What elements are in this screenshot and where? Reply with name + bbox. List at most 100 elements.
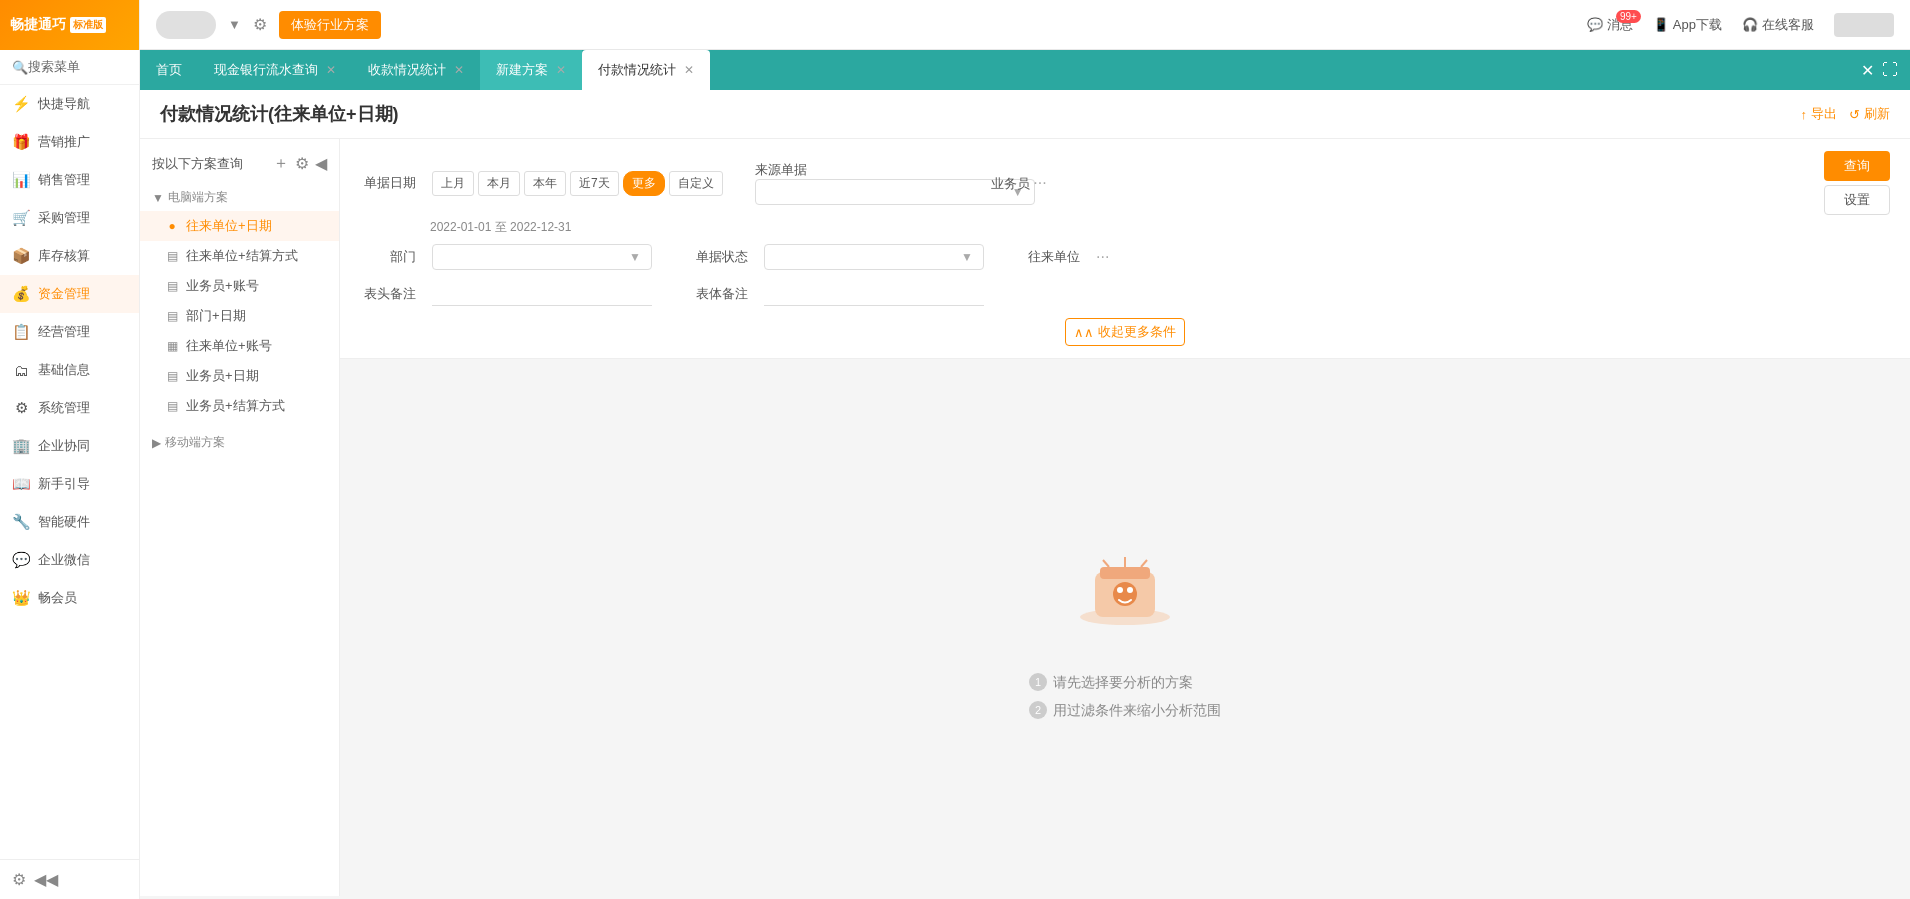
online-service-btn[interactable]: 🎧 在线客服	[1742, 16, 1814, 34]
tab-payment-stat[interactable]: 付款情况统计 ✕	[582, 50, 710, 90]
settings-icon[interactable]: ⚙	[12, 870, 26, 889]
collapse-sidebar-icon[interactable]: ◀◀	[34, 870, 58, 889]
query-btn[interactable]: 查询	[1824, 151, 1890, 181]
sidebar: 畅捷通巧 标准版 🔍 搜索菜单 ⚡ 快捷导航 🎁 营销推广 📊 销售管理 🛒 采…	[0, 0, 140, 899]
quick-nav-icon: ⚡	[12, 95, 30, 113]
date-btn-more[interactable]: 更多	[623, 171, 665, 196]
sidebar-item-guide[interactable]: 📖 新手引导	[0, 465, 139, 503]
scheme-table-icon-3: ▤	[164, 308, 180, 324]
scheme-section-desktop-title[interactable]: ▼ 电脑端方案	[140, 184, 339, 211]
scheme-item-partner-payment[interactable]: ▤ 往来单位+结算方式	[140, 241, 339, 271]
date-btn-this-year[interactable]: 本年	[524, 171, 566, 196]
svg-line-6	[1103, 560, 1109, 567]
sidebar-item-marketing[interactable]: 🎁 营销推广	[0, 123, 139, 161]
table-head-note-input[interactable]	[432, 282, 652, 306]
sidebar-item-operation[interactable]: 📋 经营管理	[0, 313, 139, 351]
source-voucher-section: 来源单据 ▼	[755, 161, 975, 205]
staff-dots[interactable]: ···	[1033, 174, 1046, 191]
filter-row-1: 单据日期 上月 本月 本年 近7天 更多 自定义 来源单据	[360, 151, 1890, 215]
sidebar-item-corp[interactable]: 🏢 企业协同	[0, 427, 139, 465]
tab-payment-stat-close-icon[interactable]: ✕	[684, 63, 694, 77]
empty-tip-2: 2 用过滤条件来缩小分析范围	[1029, 696, 1221, 724]
scheme-item-staff-account[interactable]: ▤ 业务员+账号	[140, 271, 339, 301]
tab-bank-flow[interactable]: 现金银行流水查询 ✕	[198, 50, 352, 90]
voucher-status-select[interactable]: ▼	[764, 244, 984, 270]
scheme-item-partner-account[interactable]: ▦ 往来单位+账号	[140, 331, 339, 361]
sidebar-item-search-menu[interactable]: 🔍 搜索菜单	[0, 50, 139, 85]
add-scheme-icon[interactable]: ＋	[273, 153, 289, 174]
scheme-item-partner-payment-label: 往来单位+结算方式	[186, 247, 298, 265]
sidebar-item-capital[interactable]: 💰 资金管理	[0, 275, 139, 313]
tab-new-scheme-close-icon[interactable]: ✕	[556, 63, 566, 77]
date-btn-7days[interactable]: 近7天	[570, 171, 619, 196]
sidebar-item-purchase[interactable]: 🛒 采购管理	[0, 199, 139, 237]
export-btn[interactable]: ↑ 导出	[1801, 105, 1838, 123]
scheme-chart-icon: ▦	[164, 338, 180, 354]
scheme-item-staff-date[interactable]: ▤ 业务员+日期	[140, 361, 339, 391]
date-btn-custom[interactable]: 自定义	[669, 171, 723, 196]
date-btn-this-month[interactable]: 本月	[478, 171, 520, 196]
partner-dots[interactable]: ···	[1096, 248, 1109, 266]
setting-btn[interactable]: 设置	[1824, 185, 1890, 215]
search-menu-label: 搜索菜单	[28, 58, 80, 76]
basic-info-icon: 🗂	[12, 361, 30, 379]
tab-bank-flow-label: 现金银行流水查询	[214, 61, 318, 79]
message-badge: 99+	[1616, 10, 1641, 23]
sidebar-item-sales[interactable]: 📊 销售管理	[0, 161, 139, 199]
dept-dropdown-icon: ▼	[629, 250, 641, 264]
scheme-section-desktop: ▼ 电脑端方案 ● 往来单位+日期 ▤ 往来单位+结算方式 ▤ 业务员+账号	[140, 180, 339, 425]
basic-info-label: 基础信息	[38, 361, 90, 379]
tab-new-scheme[interactable]: 新建方案 ✕	[480, 50, 582, 90]
app-download-btn[interactable]: 📱 App下载	[1653, 16, 1722, 34]
capital-icon: 💰	[12, 285, 30, 303]
trial-btn[interactable]: 体验行业方案	[279, 11, 381, 39]
tab-home[interactable]: 首页	[140, 50, 198, 90]
tabbar: 首页 现金银行流水查询 ✕ 收款情况统计 ✕ 新建方案 ✕ 付款情况统计 ✕ ✕…	[140, 50, 1910, 90]
scheme-section-mobile-title[interactable]: ▶ 移动端方案	[140, 429, 339, 456]
empty-tip-2-text: 用过滤条件来缩小分析范围	[1053, 696, 1221, 724]
scheme-item-staff-payment[interactable]: ▤ 业务员+结算方式	[140, 391, 339, 421]
sidebar-item-basic-info[interactable]: 🗂 基础信息	[0, 351, 139, 389]
message-btn[interactable]: 💬 消息 99+	[1587, 16, 1633, 34]
scheme-item-dept-date-label: 部门+日期	[186, 307, 246, 325]
table-body-note-input[interactable]	[764, 282, 984, 306]
fullscreen-icon[interactable]: ⛶	[1882, 61, 1898, 79]
tab-new-scheme-label: 新建方案	[496, 61, 548, 79]
hardware-icon: 🔧	[12, 513, 30, 531]
scheme-item-partner-date[interactable]: ● 往来单位+日期	[140, 211, 339, 241]
sidebar-item-quick-nav[interactable]: ⚡ 快捷导航	[0, 85, 139, 123]
wechat-icon: 💬	[12, 551, 30, 569]
refresh-btn[interactable]: ↺ 刷新	[1849, 105, 1890, 123]
tab-receivable[interactable]: 收款情况统计 ✕	[352, 50, 480, 90]
scheme-settings-icon[interactable]: ⚙	[295, 154, 309, 173]
close-all-tabs-icon[interactable]: ✕	[1861, 61, 1874, 80]
svg-point-4	[1117, 587, 1123, 593]
sidebar-item-system[interactable]: ⚙ 系统管理	[0, 389, 139, 427]
svg-line-8	[1141, 560, 1147, 567]
company-dropdown-icon[interactable]: ▼	[228, 17, 241, 32]
tab-receivable-close-icon[interactable]: ✕	[454, 63, 464, 77]
sidebar-item-hardware[interactable]: 🔧 智能硬件	[0, 503, 139, 541]
sidebar-item-member[interactable]: 👑 畅会员	[0, 579, 139, 617]
corp-icon: 🏢	[12, 437, 30, 455]
collapse-conditions-btn[interactable]: ∧∧ 收起更多条件	[1065, 318, 1185, 346]
date-btn-last-month[interactable]: 上月	[432, 171, 474, 196]
tab-bank-flow-close-icon[interactable]: ✕	[326, 63, 336, 77]
scheme-item-dept-date[interactable]: ▤ 部门+日期	[140, 301, 339, 331]
tip-num-1: 1	[1029, 673, 1047, 691]
message-icon: 💬	[1587, 17, 1603, 32]
query-actions: 查询 设置	[1824, 151, 1890, 215]
user-avatar[interactable]	[1834, 13, 1894, 37]
sidebar-item-inventory[interactable]: 📦 库存核算	[0, 237, 139, 275]
collapse-icon: ∧∧	[1074, 325, 1094, 340]
empty-tip-1: 1 请先选择要分析的方案	[1029, 668, 1221, 696]
dept-select[interactable]: ▼	[432, 244, 652, 270]
empty-state: 1 请先选择要分析的方案 2 用过滤条件来缩小分析范围	[340, 359, 1910, 896]
sidebar-bottom: ⚙ ◀◀	[0, 859, 139, 899]
corp-label: 企业协同	[38, 437, 90, 455]
collapse-panel-icon[interactable]: ◀	[315, 154, 327, 173]
refresh-label: 刷新	[1864, 105, 1890, 123]
sidebar-item-wechat[interactable]: 💬 企业微信	[0, 541, 139, 579]
settings-gear-icon[interactable]: ⚙	[253, 15, 267, 34]
search-icon: 🔍	[12, 60, 28, 75]
